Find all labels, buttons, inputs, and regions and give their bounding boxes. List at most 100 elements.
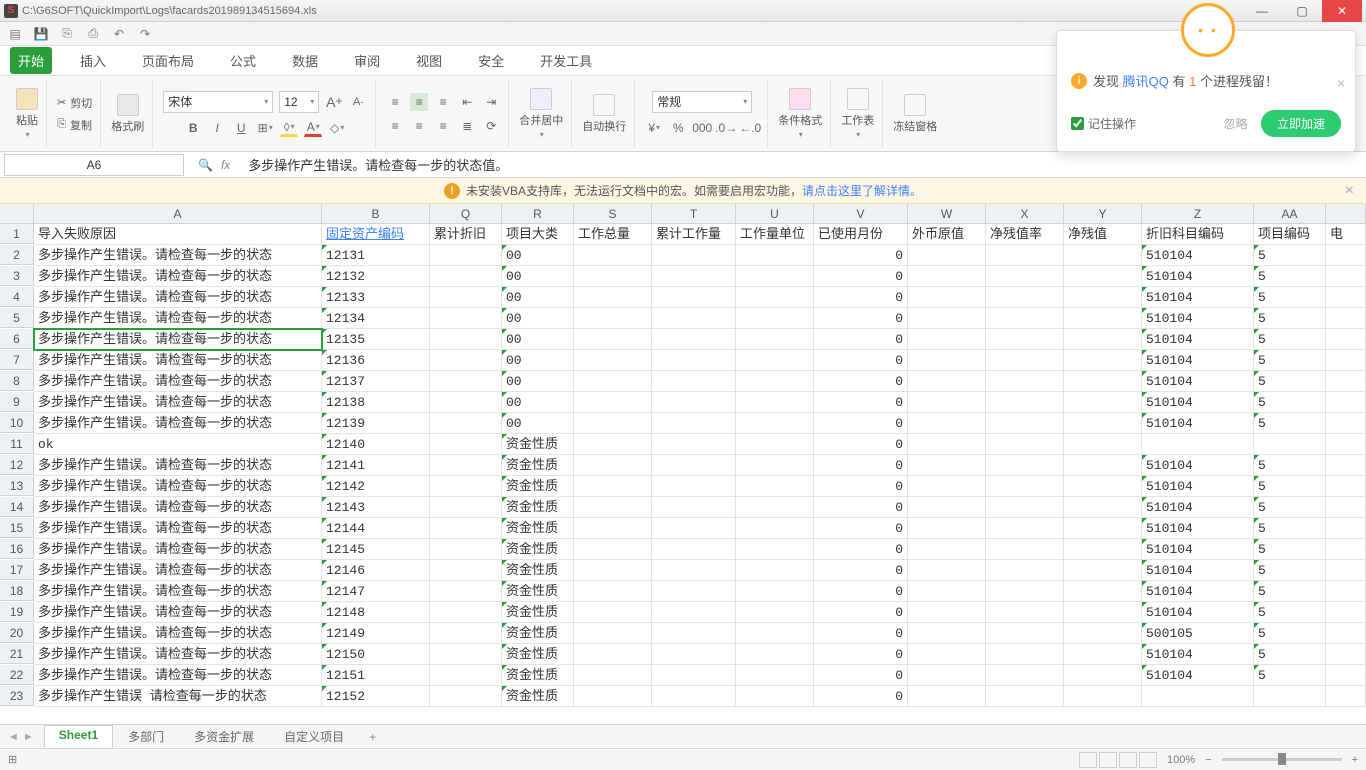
cell[interactable] [574,245,652,266]
cell[interactable] [908,602,986,623]
cell[interactable]: 5 [1254,371,1326,392]
header-cell[interactable]: 项目编码 [1254,224,1326,245]
sheet-tab[interactable]: Sheet1 [44,725,113,748]
cell[interactable] [1326,455,1366,476]
reading-view-icon[interactable] [1139,752,1157,768]
cell[interactable]: 0 [814,623,908,644]
cell[interactable] [736,602,814,623]
cell[interactable]: 0 [814,350,908,371]
cell[interactable]: 0 [814,476,908,497]
row-header[interactable]: 3 [0,266,34,286]
spreadsheet-area[interactable]: ABQRSTUVWXYZAA1导入失败原因固定资产编码累计折旧项目大类工作总量累… [0,204,1366,724]
cell[interactable] [652,686,736,707]
cell[interactable]: 00 [502,329,574,350]
cell[interactable] [736,434,814,455]
col-header[interactable]: T [652,204,736,224]
cell[interactable]: 12135 [322,329,430,350]
cell[interactable] [1064,665,1142,686]
cell[interactable]: 12141 [322,455,430,476]
cell[interactable]: 资金性质 [502,434,574,455]
cell[interactable] [908,476,986,497]
merge-center-button[interactable]: 合并居中▾ [519,88,563,139]
lookup-icon[interactable]: 🔍 [198,158,213,172]
cell[interactable]: 12132 [322,266,430,287]
cell[interactable]: 0 [814,497,908,518]
clear-format-icon[interactable]: ◇▾ [328,119,346,137]
cell[interactable]: 12134 [322,308,430,329]
increase-decimal-icon[interactable]: .0→ [717,119,735,137]
add-sheet-button[interactable]: + [361,730,384,744]
cell[interactable]: 5 [1254,329,1326,350]
wrap-text-button[interactable]: 自动换行 [582,94,626,134]
cell[interactable]: 资金性质 [502,686,574,707]
align-left-icon[interactable]: ≡ [386,117,404,135]
cell[interactable] [574,371,652,392]
cell[interactable] [430,392,502,413]
row-header[interactable]: 22 [0,665,34,685]
cell[interactable]: 510104 [1142,350,1254,371]
cell[interactable]: 5 [1254,644,1326,665]
menu-tab-8[interactable]: 开发工具 [532,47,600,74]
cell[interactable] [1064,560,1142,581]
cell[interactable] [908,392,986,413]
cell[interactable] [908,623,986,644]
cell[interactable]: 多步操作产生错误。请检查每一步的状态 [34,497,322,518]
cell[interactable] [652,581,736,602]
row-header[interactable]: 19 [0,602,34,622]
undo-icon[interactable]: ↶ [110,25,128,43]
cell[interactable] [574,455,652,476]
header-cell[interactable]: 工作总量 [574,224,652,245]
font-name-select[interactable]: 宋体▾ [163,91,273,113]
header-cell[interactable]: 净残值率 [986,224,1064,245]
menu-tab-1[interactable]: 插入 [72,47,114,74]
cell[interactable] [986,413,1064,434]
cell[interactable] [986,329,1064,350]
cell[interactable] [430,371,502,392]
cell[interactable] [986,644,1064,665]
cell[interactable] [1064,287,1142,308]
cell[interactable]: 5 [1254,455,1326,476]
cell[interactable] [652,644,736,665]
cell[interactable]: 0 [814,245,908,266]
cell[interactable]: 510104 [1142,245,1254,266]
col-header[interactable]: V [814,204,908,224]
cell[interactable]: 00 [502,413,574,434]
cell[interactable] [574,539,652,560]
cell[interactable] [1326,644,1366,665]
cell[interactable]: 510104 [1142,665,1254,686]
cell[interactable]: 510104 [1142,476,1254,497]
col-header[interactable]: W [908,204,986,224]
row-header[interactable]: 11 [0,434,34,454]
cell[interactable]: 0 [814,665,908,686]
cell[interactable] [1326,539,1366,560]
cell[interactable]: 多步操作产生错误。请检查每一步的状态 [34,245,322,266]
cell[interactable] [736,266,814,287]
cell[interactable]: 多步操作产生错误。请检查每一步的状态 [34,539,322,560]
cell[interactable] [1064,371,1142,392]
cell[interactable]: 资金性质 [502,539,574,560]
cell[interactable]: 5 [1254,308,1326,329]
bold-icon[interactable]: B [184,119,202,137]
cell[interactable] [736,686,814,707]
cell[interactable] [1254,434,1326,455]
cell[interactable] [1064,476,1142,497]
cell[interactable] [736,392,814,413]
align-center-icon[interactable]: ≡ [410,117,428,135]
cell[interactable] [430,581,502,602]
cell[interactable] [908,308,986,329]
cell[interactable] [1254,686,1326,707]
cell[interactable] [908,497,986,518]
row-header[interactable]: 23 [0,686,34,706]
cell[interactable] [736,497,814,518]
cell[interactable]: 5 [1254,287,1326,308]
cell[interactable] [574,266,652,287]
cell[interactable]: 资金性质 [502,602,574,623]
cell[interactable] [1326,434,1366,455]
cell[interactable]: 5 [1254,602,1326,623]
fx-icon[interactable]: fx [221,158,230,172]
cell[interactable] [986,476,1064,497]
cell[interactable] [986,581,1064,602]
distribute-icon[interactable]: ≣ [458,117,476,135]
cell[interactable] [574,581,652,602]
header-cell[interactable]: 折旧科目编码 [1142,224,1254,245]
